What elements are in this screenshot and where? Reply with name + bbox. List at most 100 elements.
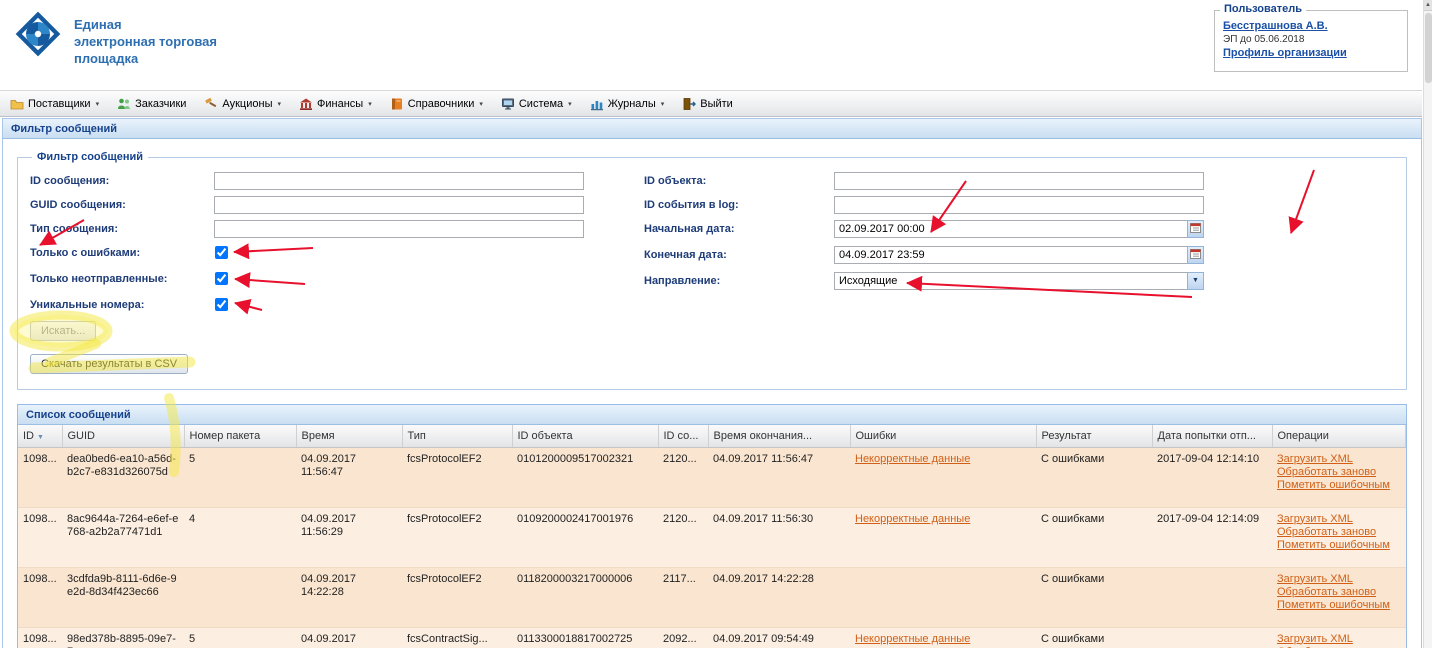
menu-label: Журналы (607, 97, 656, 110)
message-type-input[interactable] (214, 219, 584, 238)
error-details-link[interactable]: Некорректные данные (855, 453, 970, 465)
cell-id: 1098... (18, 447, 62, 508)
col-header-result[interactable]: Результат (1036, 425, 1153, 448)
menu-label: Справочники (407, 97, 475, 110)
end-date-input[interactable] (834, 245, 1187, 264)
direction-dropdown-button[interactable]: ▼ (1187, 271, 1204, 290)
chevron-down-icon: ▾ (277, 100, 281, 108)
results-panel: Список сообщений ID ▼ GUID Номер пакета В… (17, 404, 1407, 648)
cell-operations: Загрузить XML Обработать заново Пометить… (1272, 567, 1406, 628)
table-row[interactable]: 1098... dea0bed6-ea10-a56d-b2c7-e831d326… (18, 447, 1406, 508)
cell-id: 1098... (18, 507, 62, 568)
cell-guid: 3cdfda9b-8111-6d6e-9e2d-8d34f423ec66 (62, 567, 184, 628)
menu-item-finances[interactable]: Финансы ▾ (299, 97, 372, 111)
eetp-logo-icon (12, 8, 68, 64)
cell-attempt-date: 2017-09-04 12:14:09 (1152, 507, 1272, 568)
col-header-operations[interactable]: Операции (1272, 425, 1406, 448)
load-xml-link[interactable]: Загрузить XML (1277, 513, 1401, 526)
message-guid-input[interactable] (214, 195, 584, 214)
message-guid-label: GUID сообщения: (30, 198, 126, 211)
menu-label: Выйти (700, 97, 733, 110)
scroll-up-icon[interactable]: ▲ (1424, 0, 1432, 11)
col-header-time[interactable]: Время (296, 425, 403, 448)
col-header-id-co[interactable]: ID со... (658, 425, 709, 448)
col-header-attempt-date[interactable]: Дата попытки отп... (1152, 425, 1273, 448)
directories-icon (390, 97, 404, 111)
message-type-label: Тип сообщения: (30, 222, 118, 235)
brand-title: Единая электронная торговая площадка (74, 16, 217, 67)
page: Единая электронная торговая площадка Пол… (0, 0, 1432, 648)
message-id-input[interactable] (214, 171, 584, 190)
menu-item-system[interactable]: Система ▾ (501, 97, 572, 111)
menu-item-directories[interactable]: Справочники ▾ (390, 97, 483, 111)
cell-object-id: 0113300018817002725 (512, 627, 658, 648)
col-header-id[interactable]: ID ▼ (18, 425, 63, 448)
cell-object-id: 0109200002417001976 (512, 507, 658, 568)
exit-icon (682, 97, 697, 111)
cell-type: fcsProtocolEF2 (402, 507, 512, 568)
menu-item-exit[interactable]: Выйти (682, 97, 733, 111)
calendar-icon (1190, 221, 1201, 236)
sort-desc-icon: ▼ (37, 433, 44, 441)
menu-item-journals[interactable]: Журналы ▾ (590, 97, 664, 111)
mark-erroneous-link[interactable]: Пометить ошибочным (1277, 479, 1401, 492)
chevron-down-icon: ▾ (479, 100, 483, 108)
user-name-link[interactable]: Бесстрашнова А.В. (1223, 19, 1399, 33)
system-icon (501, 97, 515, 111)
unique-numbers-checkbox[interactable] (215, 298, 228, 311)
table-row[interactable]: 1098... 98ed378b-8895-09e7-7... 5 04.09.… (18, 627, 1406, 648)
cell-guid: 98ed378b-8895-09e7-7... (62, 627, 184, 648)
unsent-only-checkbox[interactable] (215, 272, 228, 285)
cell-time: 04.09.2017 11:56:47 (296, 447, 402, 508)
start-date-input[interactable] (834, 219, 1187, 238)
mark-erroneous-link[interactable]: Пометить ошибочным (1277, 599, 1401, 612)
cell-errors: Некорректные данные (850, 627, 1036, 648)
end-date-calendar-button[interactable] (1187, 245, 1204, 264)
load-xml-link[interactable]: Загрузить XML (1277, 453, 1401, 466)
col-header-guid[interactable]: GUID (62, 425, 185, 448)
cell-result: С ошибками (1036, 627, 1152, 648)
menu-item-customers[interactable]: Заказчики (117, 97, 186, 111)
col-header-object-id[interactable]: ID объекта (512, 425, 659, 448)
cell-package: 5 (184, 627, 296, 648)
user-panel: Пользователь Бесстрашнова А.В. ЭП до 05.… (1214, 3, 1408, 72)
object-id-label: ID объекта: (644, 174, 707, 187)
start-date-calendar-button[interactable] (1187, 219, 1204, 238)
vertical-scrollbar[interactable]: ▲ (1423, 0, 1432, 648)
menu-item-auctions[interactable]: Аукционы ▾ (204, 97, 281, 111)
col-header-end-time[interactable]: Время окончания... (708, 425, 851, 448)
org-profile-link[interactable]: Профиль организации (1223, 46, 1399, 60)
scrollbar-thumb[interactable] (1425, 13, 1432, 83)
reprocess-link[interactable]: Обработать заново (1277, 526, 1401, 539)
cell-time: 04.09.2017 11:56:29 (296, 507, 402, 568)
top-header: Единая электронная торговая площадка Пол… (0, 0, 1422, 90)
cell-result: С ошибками (1036, 447, 1152, 508)
object-id-input[interactable] (834, 171, 1204, 190)
start-date-label: Начальная дата: (644, 222, 735, 235)
col-header-type[interactable]: Тип (402, 425, 513, 448)
download-csv-button[interactable]: Скачать результаты в CSV (30, 354, 189, 374)
cell-operations: Загрузить XML Обработать заново Пометить… (1272, 507, 1406, 568)
menu-item-suppliers[interactable]: Поставщики ▾ (10, 97, 99, 111)
menu-label: Аукционы (222, 97, 273, 110)
cell-end-time: 04.09.2017 11:56:30 (708, 507, 850, 568)
direction-select[interactable]: Исходящие ▼ (834, 271, 1204, 290)
unsent-only-label: Только неотправленные: (30, 272, 168, 285)
mark-erroneous-link[interactable]: Пометить ошибочным (1277, 539, 1401, 552)
log-event-id-input[interactable] (834, 195, 1204, 214)
load-xml-link[interactable]: Загрузить XML (1277, 573, 1401, 586)
chevron-down-icon: ▾ (368, 100, 372, 108)
reprocess-link[interactable]: Обработать заново (1277, 586, 1401, 599)
filter-legend: Фильтр сообщений (37, 151, 144, 163)
table-row[interactable]: 1098... 3cdfda9b-8111-6d6e-9e2d-8d34f423… (18, 567, 1406, 628)
cell-package: 4 (184, 507, 296, 568)
table-row[interactable]: 1098... 8ac9644a-7264-e6ef-e768-a2b2a774… (18, 507, 1406, 568)
error-details-link[interactable]: Некорректные данные (855, 513, 970, 525)
error-details-link[interactable]: Некорректные данные (855, 633, 970, 645)
reprocess-link[interactable]: Обработать заново (1277, 466, 1401, 479)
load-xml-link[interactable]: Загрузить XML (1277, 633, 1401, 646)
errors-only-checkbox[interactable] (215, 246, 228, 259)
search-button[interactable]: Искать... (30, 321, 97, 341)
col-header-package[interactable]: Номер пакета (184, 425, 297, 448)
col-header-errors[interactable]: Ошибки (850, 425, 1037, 448)
